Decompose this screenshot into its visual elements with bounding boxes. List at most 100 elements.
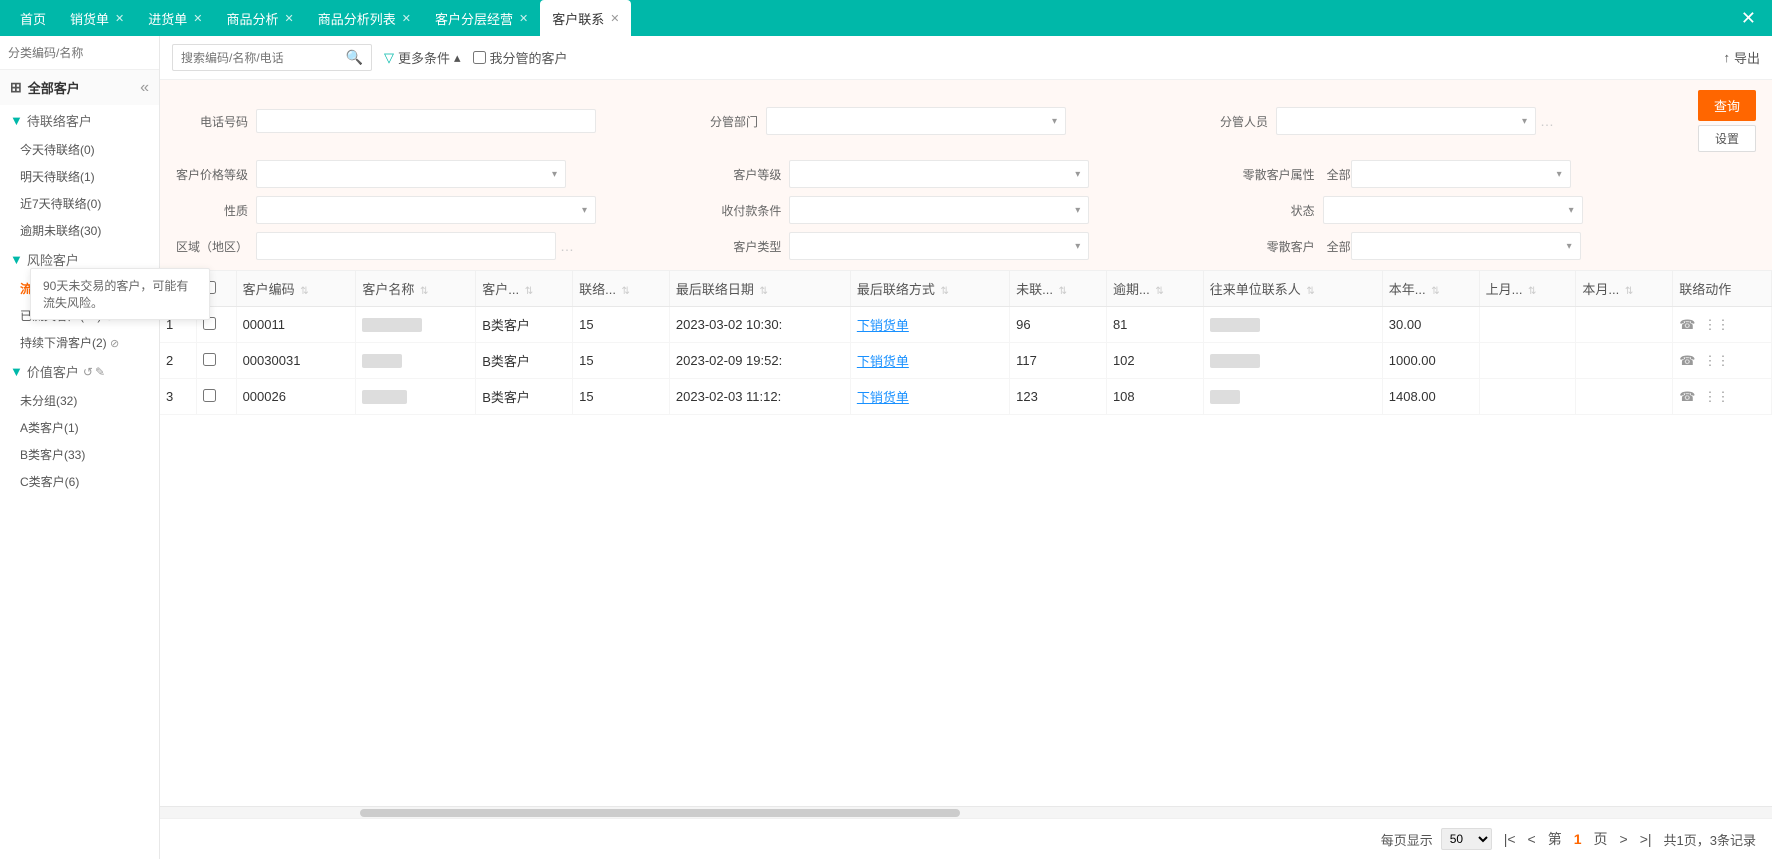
filter-select-nature[interactable]: ▾ [256,196,596,224]
group-value-refresh[interactable]: ↺ [83,365,93,379]
filter-select-dept[interactable]: ▾ [766,107,1066,135]
row-checkbox-2[interactable] [203,389,216,402]
tab-customer-contact-close[interactable]: ✕ [610,12,619,25]
sidebar-all-customers[interactable]: ⊞ 全部客户 « [0,70,159,105]
filter-select-manager[interactable]: ▾ [1276,107,1536,135]
code-sort-icon: ⇅ [300,286,308,297]
customer-level-chevron-icon: ▾ [1075,169,1080,180]
col-last-month[interactable]: 上月... ⇅ [1479,271,1576,307]
tab-customer-segment-close[interactable]: ✕ [519,12,528,25]
filter-my-customers-checkbox[interactable] [473,51,486,64]
filter-select-region[interactable] [256,232,556,260]
cell-last-method-1[interactable]: 下销货单 [850,343,1009,379]
sidebar-item-c-class[interactable]: C类客户(6) [0,468,159,495]
filter-input-phone[interactable] [256,109,596,133]
col-this-year[interactable]: 本年... ⇅ [1382,271,1479,307]
sidebar-group-value[interactable]: ▼ 价值客户 ↺ ✎ [0,356,159,387]
filter-select-status[interactable]: ▾ [1323,196,1583,224]
last-page-btn[interactable]: >| [1636,829,1656,849]
sidebar-item-tomorrow-contact[interactable]: 明天待联络(1) [0,163,159,190]
window-close-button[interactable]: ✕ [1733,8,1764,29]
tab-purchase-close[interactable]: ✕ [193,12,202,25]
filter-label-retail-customer: 零散客户 [1243,238,1323,255]
first-page-btn[interactable]: |< [1500,829,1520,849]
sidebar-item-unclassified[interactable]: 未分组(32) [0,387,159,414]
col-type[interactable]: 客户... ⇅ [476,271,573,307]
col-uncontact-days[interactable]: 未联... ⇅ [1010,271,1107,307]
export-button[interactable]: ↑ 导出 [1723,48,1760,67]
filter-label-manager: 分管人员 [1196,113,1276,130]
last-method-link-2[interactable]: 下销货单 [857,390,909,405]
filter-retail-attr-value: 全部 [1323,166,1351,183]
filter-select-retail-customer[interactable]: ▾ [1351,232,1581,260]
sidebar-item-a-class[interactable]: A类客户(1) [0,414,159,441]
scrollbar-thumb[interactable] [360,809,960,817]
col-contact-person[interactable]: 往来单位联系人 ⇅ [1203,271,1382,307]
sidebar-item-b-class[interactable]: B类客户(33) [0,441,159,468]
tab-customer-contact[interactable]: 客户联系 ✕ [540,0,631,36]
filter-manager-dots[interactable]: … [1536,113,1558,129]
filter-more-conditions-btn[interactable]: ▽ 更多条件 ▴ [384,48,461,67]
filter-select-customer-type[interactable]: ▾ [789,232,1089,260]
tab-sales-close[interactable]: ✕ [115,12,124,25]
sidebar-search-input[interactable] [8,46,160,60]
filter-region-dots[interactable]: … [556,238,578,254]
query-button[interactable]: 查询 [1698,90,1756,121]
filter-label-payment: 收付款条件 [709,202,789,219]
tab-purchase[interactable]: 进货单 ✕ [136,0,214,36]
cell-checkbox-2[interactable] [197,379,236,415]
filter-search-input[interactable] [181,51,346,65]
cell-last-method-2[interactable]: 下销货单 [850,379,1009,415]
tab-analysis-list[interactable]: 商品分析列表 ✕ [306,0,423,36]
group-value-edit[interactable]: ✎ [95,365,105,379]
action-more-icon-0[interactable]: ⋮⋮ [1703,317,1729,333]
horizontal-scrollbar[interactable] [160,806,1772,818]
prev-page-btn[interactable]: < [1524,829,1540,849]
action-contact-icon-1[interactable]: ☎ [1679,353,1695,369]
last-month-sort-icon: ⇅ [1528,286,1536,297]
filter-select-price-level[interactable]: ▾ [256,160,566,188]
filter-my-customers[interactable]: 我分管的客户 [473,48,568,67]
tab-analysis-close[interactable]: ✕ [285,12,294,25]
cell-last-method-0[interactable]: 下销货单 [850,307,1009,343]
cell-contact-person-0 [1203,307,1382,343]
action-more-icon-1[interactable]: ⋮⋮ [1703,353,1729,369]
action-more-icon-2[interactable]: ⋮⋮ [1703,389,1729,405]
filter-select-payment[interactable]: ▾ [789,196,1089,224]
filter-select-retail-attr[interactable]: ▾ [1351,160,1571,188]
tab-home[interactable]: 首页 [8,0,58,36]
per-page-select[interactable]: 50 100 200 [1441,828,1492,850]
sidebar-collapse-icon[interactable]: « [140,79,149,97]
cell-checkbox-1[interactable] [197,343,236,379]
sidebar-item-today-contact[interactable]: 今天待联络(0) [0,136,159,163]
cell-contact-person-2 [1203,379,1382,415]
action-contact-icon-2[interactable]: ☎ [1679,389,1695,405]
filter-search-icon[interactable]: 🔍 [346,49,363,66]
settings-button[interactable]: 设置 [1698,125,1756,152]
current-page-number: 1 [1570,829,1586,849]
col-this-month[interactable]: 本月... ⇅ [1576,271,1673,307]
col-code[interactable]: 客户编码 ⇅ [236,271,356,307]
col-last-contact-method[interactable]: 最后联络方式 ⇅ [850,271,1009,307]
action-contact-icon-0[interactable]: ☎ [1679,317,1695,333]
status-chevron-icon: ▾ [1569,205,1574,216]
col-name[interactable]: 客户名称 ⇅ [356,271,476,307]
sidebar-item-declining[interactable]: 持续下滑客户(2) ⊘ [0,329,159,356]
filter-select-customer-level[interactable]: ▾ [789,160,1089,188]
tab-analysis-list-close[interactable]: ✕ [402,12,411,25]
row-checkbox-1[interactable] [203,353,216,366]
sidebar-item-7days-contact[interactable]: 近7天待联络(0) [0,190,159,217]
tab-customer-segment[interactable]: 客户分层经营 ✕ [423,0,540,36]
tab-sales[interactable]: 销货单 ✕ [58,0,136,36]
last-method-link-0[interactable]: 下销货单 [857,318,909,333]
filter-field-phone: 电话号码 [176,109,666,133]
col-last-contact-date[interactable]: 最后联络日期 ⇅ [669,271,850,307]
sidebar-item-overdue-contact[interactable]: 逾期未联络(30) [0,217,159,244]
col-contact-count[interactable]: 联络... ⇅ [573,271,670,307]
cell-contact-count-1: 15 [573,343,670,379]
next-page-btn[interactable]: > [1616,829,1632,849]
last-method-link-1[interactable]: 下销货单 [857,354,909,369]
tab-analysis[interactable]: 商品分析 ✕ [214,0,305,36]
col-overdue-days[interactable]: 逾期... ⇅ [1106,271,1203,307]
sidebar-group-pending[interactable]: ▼ 待联络客户 [0,105,159,136]
